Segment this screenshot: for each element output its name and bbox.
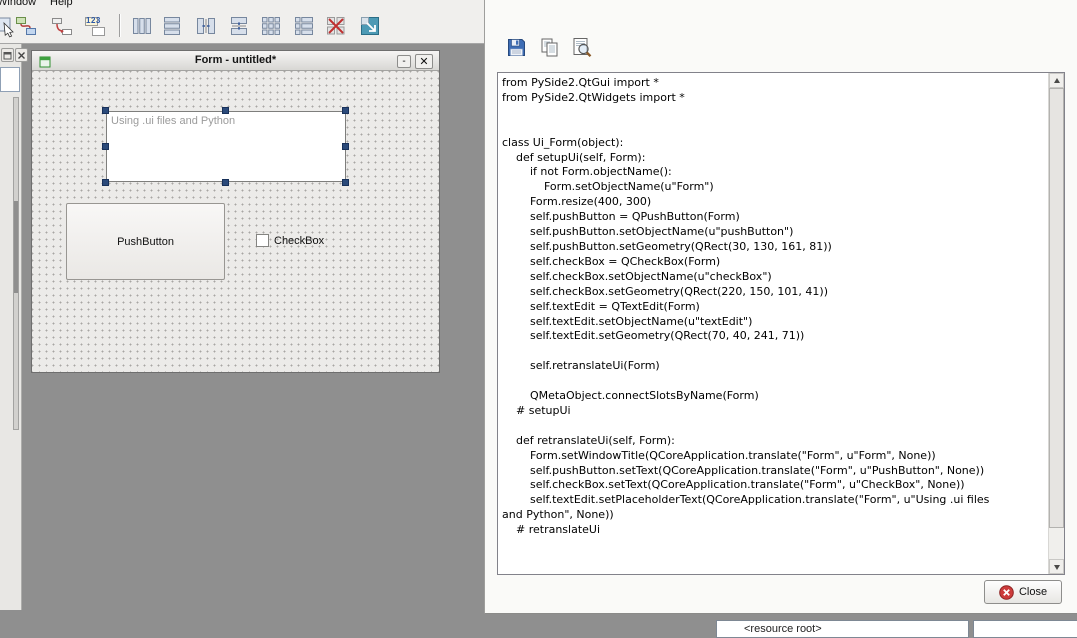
copy-icon[interactable] [538,36,562,60]
python-code-text: from PySide2.QtGui import * from PySide2… [498,73,1042,538]
qt-designer-screen: Window Help [0,0,1077,638]
save-icon[interactable] [505,36,529,60]
layout-in-form-icon[interactable] [292,14,316,38]
checkbox-indicator[interactable] [256,234,269,247]
close-button-label: Close [1019,586,1047,598]
menu-window[interactable]: Window [0,0,36,8]
code-editor[interactable]: from PySide2.QtGui import * from PySide2… [497,72,1065,575]
layout-vertically-icon[interactable] [160,14,184,38]
selection-handle-bottom-right[interactable] [342,179,349,186]
tab-order-digits: 123 [86,16,101,25]
selection-handle-mid-right[interactable] [342,143,349,150]
break-layout-icon[interactable] [324,14,348,38]
resource-tree-panel[interactable]: <resource root> [716,620,969,638]
selection-handle-top-left[interactable] [102,107,109,114]
code-scrollbar[interactable] [1048,73,1064,574]
checkbox-label: CheckBox [274,235,324,247]
selection-handle-bottom-left[interactable] [102,179,109,186]
dock-float-icon[interactable] [1,48,14,62]
toolbar-separator [119,14,121,37]
adjust-size-icon[interactable] [358,14,382,38]
resource-root-item[interactable]: <resource root> [744,623,822,635]
close-window-button[interactable]: ✕ [415,54,433,69]
edit-tab-order-icon[interactable]: 123 [83,14,107,38]
text-edit-widget[interactable]: Using .ui files and Python [106,111,346,182]
dock-scrollbar-thumb[interactable] [14,201,18,293]
code-scrollbar-thumb[interactable] [1049,88,1064,528]
selection-handle-top-center[interactable] [222,107,229,114]
scroll-down-icon[interactable] [1049,559,1064,574]
minimize-button[interactable]: - [397,55,411,68]
form-window-title: Form - untitled* [32,54,439,66]
form-canvas[interactable]: Using .ui files and Python PushButton Ch… [32,71,439,372]
menu-help[interactable]: Help [50,0,73,8]
edit-signals-slots-icon[interactable] [14,14,38,38]
scroll-up-icon[interactable] [1049,73,1064,88]
selection-handle-bottom-center[interactable] [222,179,229,186]
text-edit-placeholder: Using .ui files and Python [111,115,235,127]
checkbox-widget[interactable]: CheckBox [256,234,324,247]
menu-bar: Window Help [0,0,480,10]
push-button-widget[interactable]: PushButton [66,203,225,280]
dock-close-icon[interactable] [15,48,28,62]
close-button[interactable]: Close [984,580,1062,604]
resource-side-panel [973,620,1077,638]
edit-buddies-icon[interactable] [50,14,74,38]
widget-filter-input[interactable] [0,67,20,92]
layout-vertically-in-splitter-icon[interactable] [227,14,251,38]
layout-horizontally-icon[interactable] [130,14,154,38]
selection-handle-mid-left[interactable] [102,143,109,150]
layout-horizontally-in-splitter-icon[interactable] [194,14,218,38]
dock-scrollbar[interactable] [13,97,19,430]
selection-handle-top-right[interactable] [342,107,349,114]
find-icon[interactable] [570,36,594,60]
form-designer-window: Form - untitled* - ✕ Using .ui files and… [31,50,440,373]
close-circle-icon [999,585,1014,600]
form-titlebar[interactable]: Form - untitled* - ✕ [32,51,439,71]
layout-in-grid-icon[interactable] [259,14,283,38]
push-button-label: PushButton [117,236,174,248]
view-python-code-dialog: from PySide2.QtGui import * from PySide2… [484,0,1077,614]
